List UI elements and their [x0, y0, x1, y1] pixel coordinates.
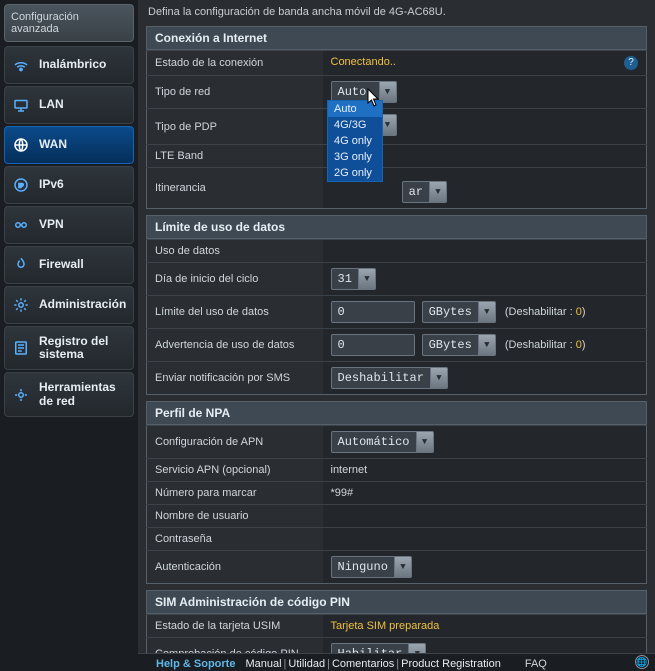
sms-select[interactable]: Deshabilitar ▼ [331, 367, 448, 389]
nettype-option[interactable]: 4G/3G [328, 117, 382, 133]
sidebar-item-label: Administración [39, 298, 127, 311]
footer: Help & Soporte Manual|Utilidad|Comentari… [138, 653, 655, 671]
apncfg-select[interactable]: Automático ▼ [331, 431, 434, 453]
sidebar-item-lan[interactable]: LAN [4, 86, 134, 124]
help-link[interactable]: Help & Soporte [156, 658, 235, 670]
log-icon [11, 338, 31, 358]
chevron-down-icon: ▼ [478, 334, 496, 356]
sidebar-item-label: IPv6 [39, 178, 127, 191]
sidebar-item-label: Firewall [39, 258, 127, 271]
user-label: Nombre de usuario [147, 505, 323, 528]
page-description: Defina la configuración de banda ancha m… [146, 0, 647, 26]
nettype-option[interactable]: 4G only [328, 133, 382, 149]
sidebar-item-label: Registro del sistema [39, 335, 127, 361]
section-header-datalimit: Límite de uso de datos [146, 215, 647, 239]
footer-links: Manual|Utilidad|Comentarios|Product Regi… [245, 658, 500, 670]
usim-status: Tarjeta SIM preparada [331, 620, 440, 632]
vpn-icon [11, 215, 31, 235]
main-content: Defina la configuración de banda ancha m… [138, 0, 655, 671]
faq-link[interactable]: FAQ [525, 658, 547, 670]
nettype-option[interactable]: 2G only [328, 165, 382, 181]
limit-label: Límite del uso de datos [147, 296, 323, 329]
limit-input[interactable] [331, 301, 415, 323]
sms-label: Enviar notificación por SMS [147, 362, 323, 395]
section-header-sim: SIM Administración de código PIN [146, 590, 647, 614]
sidebar-item-label: LAN [39, 98, 127, 111]
connection-status: Conectando.. [331, 56, 396, 68]
dial-value: *99# [331, 487, 354, 499]
warn-unit-select[interactable]: GBytes ▼ [422, 334, 496, 356]
sidebar-item-firewall[interactable]: Firewall [4, 246, 134, 284]
nettype-option[interactable]: Auto [328, 101, 382, 117]
cycle-day-select[interactable]: 31 ▼ [331, 268, 376, 290]
sidebar-item-wireless[interactable]: Inalámbrico [4, 46, 134, 84]
chevron-down-icon: ▼ [416, 431, 434, 453]
auth-select[interactable]: Ninguno ▼ [331, 556, 412, 578]
warn-hint: (Deshabilitar : 0) [505, 339, 586, 351]
sidebar-item-label: Herramientas de red [39, 381, 127, 407]
sidebar-item-nettools[interactable]: Herramientas de red [4, 372, 134, 416]
sidebar-item-label: Inalámbrico [39, 58, 127, 71]
svg-text:IP: IP [19, 183, 24, 189]
sidebar-item-admin[interactable]: Administración [4, 286, 134, 324]
sidebar-item-label: WAN [39, 138, 127, 151]
chevron-down-icon: ▼ [358, 268, 376, 290]
roaming-select-b[interactable]: ar ▼ [402, 181, 447, 203]
status-label: Estado de la conexión [147, 51, 323, 76]
tools-icon [11, 385, 31, 405]
lan-icon [11, 95, 31, 115]
lte-label: LTE Band [147, 145, 323, 168]
section-header-npa: Perfil de NPA [146, 401, 647, 425]
section-header-internet: Conexión a Internet [146, 26, 647, 50]
cycle-label: Día de inicio del ciclo [147, 263, 323, 296]
limit-hint: (Deshabilitar : 0) [505, 306, 586, 318]
sidebar-item-label: VPN [39, 218, 127, 231]
sidebar-item-wan[interactable]: WAN [4, 126, 134, 164]
apncfg-label: Configuración de APN [147, 426, 323, 459]
firewall-icon [11, 255, 31, 275]
auth-label: Autenticación [147, 551, 323, 584]
nettype-option[interactable]: 3G only [328, 149, 382, 165]
gear-icon [11, 295, 31, 315]
footer-link[interactable]: Manual [245, 658, 281, 670]
warn-label: Advertencia de uso de datos [147, 329, 323, 362]
datalimit-table: Uso de datos Día de inicio del ciclo 31 … [146, 239, 647, 395]
apnsvc-value: internet [331, 464, 368, 476]
footer-link[interactable]: Product Registration [401, 658, 501, 670]
globe-icon [11, 135, 31, 155]
usage-label: Uso de datos [147, 240, 323, 263]
chevron-down-icon: ▼ [429, 181, 447, 203]
limit-unit-select[interactable]: GBytes ▼ [422, 301, 496, 323]
nettype-label: Tipo de red [147, 76, 323, 109]
pass-label: Contraseña [147, 528, 323, 551]
footer-link[interactable]: Comentarios [332, 658, 394, 670]
sidebar-item-vpn[interactable]: VPN [4, 206, 134, 244]
ipv6-icon: IP [11, 175, 31, 195]
chevron-down-icon: ▼ [430, 367, 448, 389]
sidebar-item-syslog[interactable]: Registro del sistema [4, 326, 134, 370]
internet-table: Estado de la conexión Conectando.. ? Tip… [146, 50, 647, 209]
language-icon[interactable]: 🌐 [635, 655, 649, 669]
chevron-down-icon: ▼ [478, 301, 496, 323]
apnsvc-label: Servicio APN (opcional) [147, 459, 323, 482]
info-icon[interactable]: ? [624, 56, 638, 70]
footer-link[interactable]: Utilidad [288, 658, 325, 670]
npa-table: Configuración de APN Automático ▼ Servic… [146, 425, 647, 584]
sidebar-header: Configuración avanzada [4, 4, 134, 42]
dial-label: Número para marcar [147, 482, 323, 505]
pdp-label: Tipo de PDP [147, 109, 323, 145]
warn-input[interactable] [331, 334, 415, 356]
sidebar-item-ipv6[interactable]: IP IPv6 [4, 166, 134, 204]
roaming-label: Itinerancia [147, 168, 323, 209]
nettype-dropdown[interactable]: Auto4G/3G4G only3G only2G only [327, 100, 383, 182]
wireless-icon [11, 55, 31, 75]
chevron-down-icon: ▼ [394, 556, 412, 578]
usim-label: Estado de la tarjeta USIM [147, 615, 323, 638]
sidebar: Configuración avanzada Inalámbrico LAN W… [0, 0, 138, 671]
